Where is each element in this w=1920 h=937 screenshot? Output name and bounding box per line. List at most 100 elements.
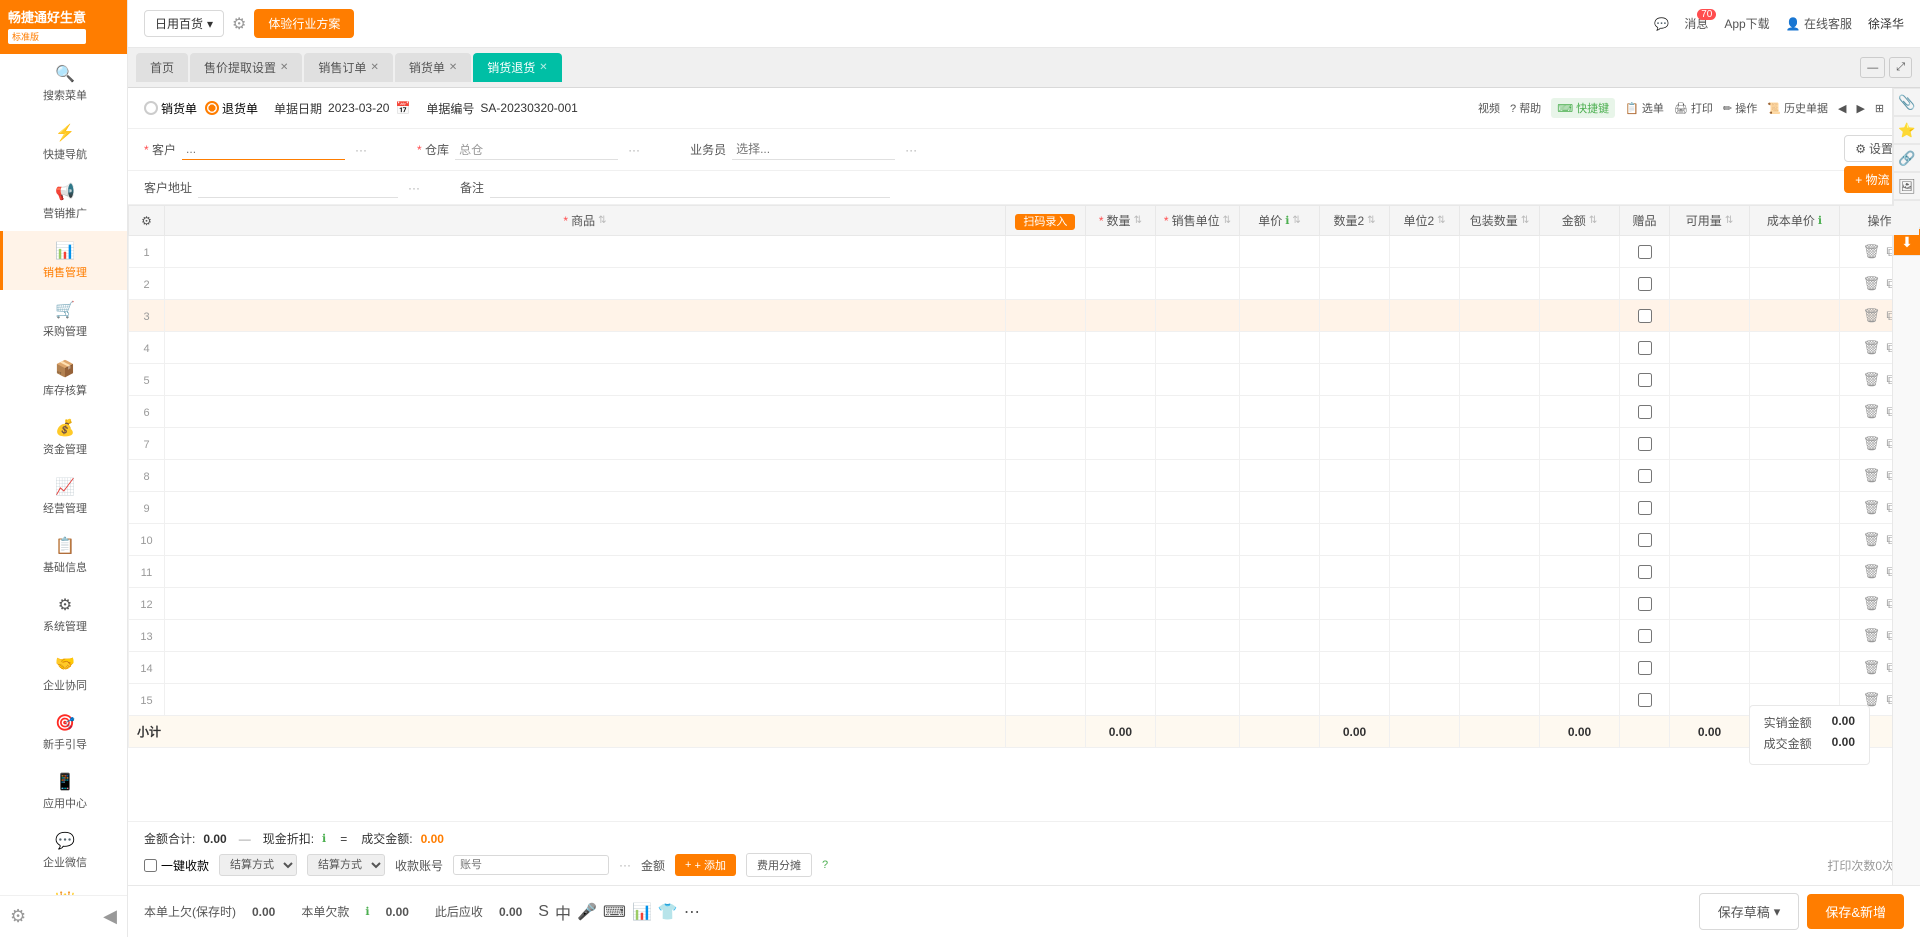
one-key-label[interactable]: 一键收款 [144, 857, 209, 874]
cell-gift-12[interactable] [1620, 588, 1670, 620]
side-btn-3[interactable]: 🔗 [1893, 144, 1920, 172]
trial-btn[interactable]: 体验行业方案 [254, 9, 354, 38]
cell-pack-13[interactable] [1460, 620, 1540, 652]
cell-qty2-7[interactable] [1320, 428, 1390, 460]
cell-price-2[interactable] [1240, 268, 1320, 300]
cell-amount-15[interactable] [1540, 684, 1620, 716]
maximize-btn[interactable]: ⤢ [1889, 57, 1912, 78]
cell-cost-4[interactable] [1750, 332, 1840, 364]
side-btn-2[interactable]: ⭐ [1893, 116, 1920, 144]
cell-gift-5[interactable] [1620, 364, 1670, 396]
side-btn-1[interactable]: 📎 [1893, 88, 1920, 116]
cell-product-1[interactable] [165, 236, 1006, 268]
cell-unit2-13[interactable] [1390, 620, 1460, 652]
tab-close-4[interactable]: ✕ [539, 62, 547, 73]
sidebar-item-shortcut[interactable]: ⚡快捷导航 [0, 113, 127, 172]
tab-close-1[interactable]: ✕ [280, 62, 288, 73]
cell-price-13[interactable] [1240, 620, 1320, 652]
cell-gift-13[interactable] [1620, 620, 1670, 652]
cell-price-6[interactable] [1240, 396, 1320, 428]
address-dots[interactable]: ··· [408, 181, 420, 195]
cell-qty2-14[interactable] [1320, 652, 1390, 684]
sidebar-item-enterprise[interactable]: 🤝企业协同 [0, 644, 127, 703]
cell-qty2-9[interactable] [1320, 492, 1390, 524]
cell-gift-4[interactable] [1620, 332, 1670, 364]
delete-icon-10[interactable]: 🗑 [1863, 531, 1881, 548]
cell-available-1[interactable] [1670, 236, 1750, 268]
cell-qty-7[interactable] [1085, 428, 1155, 460]
sort-price-icon[interactable]: ⇅ [1292, 215, 1300, 226]
delete-icon-9[interactable]: 🗑 [1863, 499, 1881, 516]
cell-pack-6[interactable] [1460, 396, 1540, 428]
tab-0[interactable]: 首页 [136, 53, 188, 82]
sidebar-item-guide[interactable]: 🎯新手引导 [0, 703, 127, 762]
cell-product-15[interactable] [165, 684, 1006, 716]
cell-available-10[interactable] [1670, 524, 1750, 556]
tool-icon-4[interactable]: ⌨ [603, 902, 626, 922]
tab-4[interactable]: 销货退货✕ [473, 53, 561, 82]
cell-qty2-6[interactable] [1320, 396, 1390, 428]
cell-cost-5[interactable] [1750, 364, 1840, 396]
gift-checkbox-7[interactable] [1638, 437, 1652, 451]
cell-price-11[interactable] [1240, 556, 1320, 588]
sort-product-icon[interactable]: ⇅ [598, 215, 606, 226]
sort-available-icon[interactable]: ⇅ [1725, 215, 1733, 226]
cell-unit2-4[interactable] [1390, 332, 1460, 364]
delete-icon-8[interactable]: 🗑 [1863, 467, 1881, 484]
sidebar-item-system[interactable]: ⚙系统管理 [0, 585, 127, 644]
cell-amount-5[interactable] [1540, 364, 1620, 396]
cell-available-6[interactable] [1670, 396, 1750, 428]
cell-product-7[interactable] [165, 428, 1006, 460]
cell-gift-6[interactable] [1620, 396, 1670, 428]
collapse-icon[interactable]: ◀ [103, 906, 117, 927]
cell-cost-2[interactable] [1750, 268, 1840, 300]
save-draft-btn[interactable]: 保存草稿 ▾ [1699, 893, 1800, 930]
cell-product-11[interactable] [165, 556, 1006, 588]
cell-price-3[interactable] [1240, 300, 1320, 332]
cell-amount-1[interactable] [1540, 236, 1620, 268]
gift-checkbox-3[interactable] [1638, 309, 1652, 323]
cell-cost-1[interactable] [1750, 236, 1840, 268]
cell-unit2-7[interactable] [1390, 428, 1460, 460]
cell-gift-11[interactable] [1620, 556, 1670, 588]
cell-price-9[interactable] [1240, 492, 1320, 524]
sidebar-item-operations[interactable]: 📈经营管理 [0, 467, 127, 526]
cell-price-10[interactable] [1240, 524, 1320, 556]
cell-cost-11[interactable] [1750, 556, 1840, 588]
cell-gift-10[interactable] [1620, 524, 1670, 556]
cell-unit2-14[interactable] [1390, 652, 1460, 684]
cell-qty-1[interactable] [1085, 236, 1155, 268]
cell-available-7[interactable] [1670, 428, 1750, 460]
sidebar-item-search[interactable]: 🔍搜索菜单 [0, 54, 127, 113]
cell-amount-14[interactable] [1540, 652, 1620, 684]
cell-amount-11[interactable] [1540, 556, 1620, 588]
cell-amount-3[interactable] [1540, 300, 1620, 332]
sort-qty-icon[interactable]: ⇅ [1134, 215, 1142, 226]
one-key-checkbox[interactable] [144, 859, 157, 872]
customer-dots[interactable]: ··· [355, 143, 367, 157]
cell-cost-9[interactable] [1750, 492, 1840, 524]
cell-gift-9[interactable] [1620, 492, 1670, 524]
cell-available-15[interactable] [1670, 684, 1750, 716]
cell-amount-9[interactable] [1540, 492, 1620, 524]
cell-qty2-12[interactable] [1320, 588, 1390, 620]
cell-unit2-6[interactable] [1390, 396, 1460, 428]
delete-icon-13[interactable]: 🗑 [1863, 627, 1881, 644]
cell-amount-8[interactable] [1540, 460, 1620, 492]
side-btn-4[interactable]: 🖼 [1893, 172, 1920, 200]
cell-qty-9[interactable] [1085, 492, 1155, 524]
cell-available-4[interactable] [1670, 332, 1750, 364]
cell-gift-3[interactable] [1620, 300, 1670, 332]
cell-pack-2[interactable] [1460, 268, 1540, 300]
cell-qty2-1[interactable] [1320, 236, 1390, 268]
delete-icon-11[interactable]: 🗑 [1863, 563, 1881, 580]
cell-gift-7[interactable] [1620, 428, 1670, 460]
toolbar-history[interactable]: 📜 历史单据 [1767, 100, 1828, 116]
cell-amount-12[interactable] [1540, 588, 1620, 620]
staff-dots[interactable]: ··· [905, 143, 917, 157]
cell-qty2-8[interactable] [1320, 460, 1390, 492]
cell-price-1[interactable] [1240, 236, 1320, 268]
cell-unit-1[interactable] [1155, 236, 1239, 268]
cell-unit2-11[interactable] [1390, 556, 1460, 588]
cell-gift-1[interactable] [1620, 236, 1670, 268]
